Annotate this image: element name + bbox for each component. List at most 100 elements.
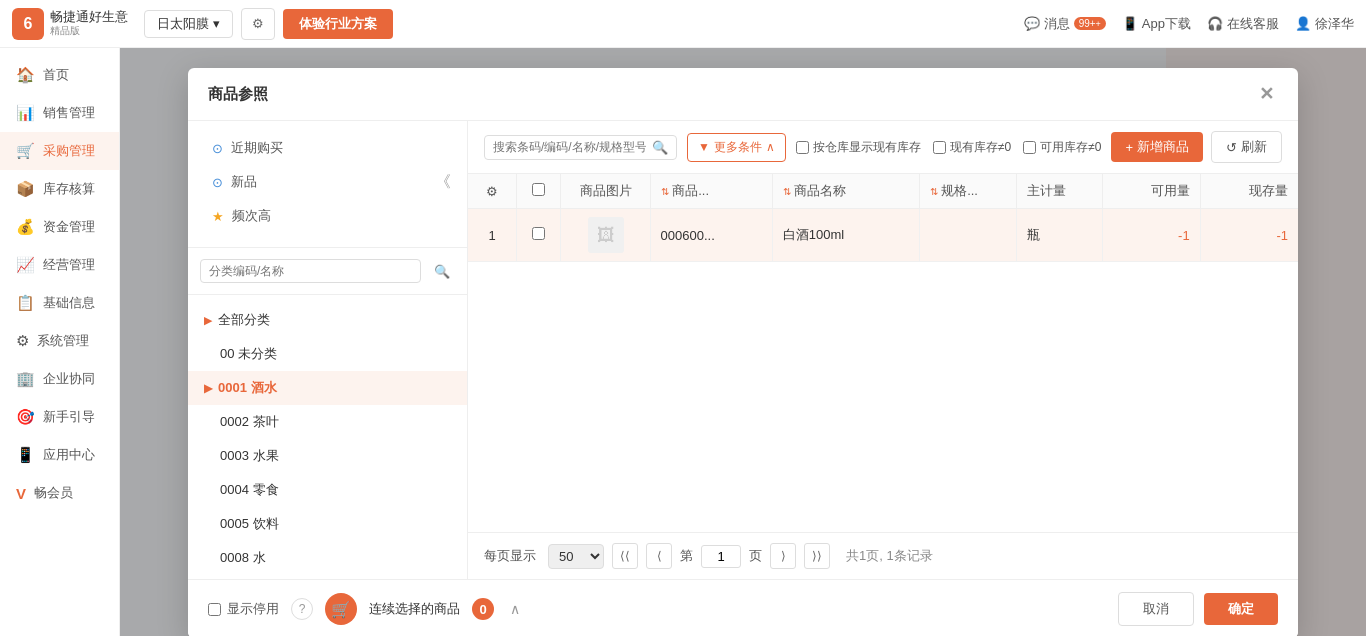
col-header-spec[interactable]: ⇅ 规格...: [919, 174, 1017, 209]
modal-close-button[interactable]: ✕: [1254, 82, 1278, 106]
show-disabled-label: 显示停用: [227, 600, 279, 618]
table-header: ⚙ 商品图片: [468, 174, 1298, 209]
cell-checkbox[interactable]: [517, 209, 561, 262]
per-page-select[interactable]: 10 20 50 100: [548, 544, 604, 569]
app-download-item[interactable]: 📱 App下载: [1122, 15, 1191, 33]
cell-stock: -1: [1200, 209, 1298, 262]
finance-icon: 💰: [16, 218, 35, 236]
category-label-0001: 0001 酒水: [218, 379, 277, 397]
cell-name: 白酒100ml: [772, 209, 919, 262]
quick-links: ⊙ 近期购买 ⊙ 新品 ★ 频次高: [200, 133, 431, 231]
refresh-button[interactable]: ↺ 刷新: [1211, 131, 1282, 163]
category-0005[interactable]: 0005 饮料: [188, 507, 467, 541]
checkbox-nonzero-avail[interactable]: 可用库存≠0: [1023, 139, 1101, 156]
cell-spec: [919, 209, 1017, 262]
trial-btn[interactable]: 体验行业方案: [283, 9, 393, 39]
category-search-input[interactable]: [200, 259, 421, 283]
select-all-checkbox[interactable]: [532, 183, 545, 196]
continuous-select-label: 连续选择的商品: [369, 600, 460, 618]
nav-selector[interactable]: 日太阳膜 ▾: [144, 10, 233, 38]
cancel-button[interactable]: 取消: [1118, 592, 1194, 626]
footer-collapse-button[interactable]: ∧: [510, 601, 520, 617]
show-disabled-checkbox[interactable]: 显示停用: [208, 600, 279, 618]
sidebar-item-newbie[interactable]: 🎯 新手引导: [0, 398, 119, 436]
category-00[interactable]: 00 未分类: [188, 337, 467, 371]
system-icon: ⚙: [16, 332, 29, 350]
category-0002[interactable]: 0002 茶叶: [188, 405, 467, 439]
page-unit: 页: [749, 547, 762, 565]
category-search-area: 🔍: [188, 248, 467, 295]
sidebar-item-system[interactable]: ⚙ 系统管理: [0, 322, 119, 360]
layout: 🏠 首页 📊 销售管理 🛒 采购管理 📦 库存核算 💰 资金管理 📈 经营管理 …: [0, 48, 1366, 636]
corp-icon: 🏢: [16, 370, 35, 388]
panel-collapse-button[interactable]: 《: [431, 170, 455, 194]
frequent-icon: ★: [212, 209, 224, 224]
product-search-input[interactable]: [493, 140, 646, 154]
checkbox-warehouse-stock[interactable]: 按仓库显示现有库存: [796, 139, 921, 156]
sidebar-item-member[interactable]: V 畅会员: [0, 474, 119, 512]
newbie-icon: 🎯: [16, 408, 35, 426]
message-label: 消息: [1044, 15, 1070, 33]
sidebar-item-business[interactable]: 📈 经营管理: [0, 246, 119, 284]
quick-link-new[interactable]: ⊙ 新品: [200, 167, 431, 197]
img-placeholder-icon: 🖼: [597, 225, 615, 246]
category-0008[interactable]: 0008 水: [188, 541, 467, 575]
confirm-button[interactable]: 确定: [1204, 593, 1278, 625]
col-header-code[interactable]: ⇅ 商品...: [650, 174, 772, 209]
category-search-button[interactable]: 🔍: [429, 258, 455, 284]
online-service-label: 在线客服: [1227, 15, 1279, 33]
more-filter-button[interactable]: ▼ 更多条件 ∧: [687, 133, 786, 162]
logo-area: 6 畅捷通好生意 精品版: [12, 8, 128, 40]
help-button[interactable]: ?: [291, 598, 313, 620]
checkbox-nonzero-stock-input[interactable]: [933, 141, 946, 154]
col-header-name[interactable]: ⇅ 商品名称: [772, 174, 919, 209]
checkbox-nonzero-stock[interactable]: 现有库存≠0: [933, 139, 1011, 156]
category-0001[interactable]: ▶ 0001 酒水: [188, 371, 467, 405]
quick-link-frequent[interactable]: ★ 频次高: [200, 201, 431, 231]
product-search-icon[interactable]: 🔍: [652, 140, 668, 155]
row-checkbox[interactable]: [532, 227, 545, 240]
checkbox-warehouse-stock-input[interactable]: [796, 141, 809, 154]
page-last-button[interactable]: ⟩⟩: [804, 543, 830, 569]
checkbox-warehouse-stock-label: 按仓库显示现有库存: [813, 139, 921, 156]
col-name-label: 商品名称: [794, 183, 846, 198]
show-disabled-input[interactable]: [208, 603, 221, 616]
sidebar-item-inventory[interactable]: 📦 库存核算: [0, 170, 119, 208]
sidebar-item-sales[interactable]: 📊 销售管理: [0, 94, 119, 132]
add-product-button[interactable]: + 新增商品: [1111, 132, 1203, 162]
category-0004[interactable]: 0004 零食: [188, 473, 467, 507]
sidebar-label-business: 经营管理: [43, 256, 95, 274]
top-nav: 6 畅捷通好生意 精品版 日太阳膜 ▾ ⚙ 体验行业方案 💬 消息 99++ 📱…: [0, 0, 1366, 48]
col-header-settings[interactable]: ⚙: [468, 174, 517, 209]
col-header-checkbox[interactable]: [517, 174, 561, 209]
page-next-button[interactable]: ⟩: [770, 543, 796, 569]
page-number-input[interactable]: [701, 545, 741, 568]
page-total-info: 共1页, 1条记录: [846, 547, 933, 565]
product-thumbnail: 🖼: [588, 217, 624, 253]
table-row[interactable]: 1 🖼: [468, 209, 1298, 262]
sidebar-item-home[interactable]: 🏠 首页: [0, 56, 119, 94]
page-first-button[interactable]: ⟨⟨: [612, 543, 638, 569]
modal-body: ⊙ 近期购买 ⊙ 新品 ★ 频次高: [188, 121, 1298, 579]
sidebar-item-corp[interactable]: 🏢 企业协同: [0, 360, 119, 398]
online-service-item[interactable]: 🎧 在线客服: [1207, 15, 1279, 33]
question-mark-icon: ?: [299, 602, 306, 616]
sidebar-item-purchase[interactable]: 🛒 采购管理: [0, 132, 119, 170]
user-item[interactable]: 👤 徐泽华: [1295, 15, 1354, 33]
message-item[interactable]: 💬 消息 99++: [1024, 15, 1106, 33]
sidebar-item-finance[interactable]: 💰 资金管理: [0, 208, 119, 246]
gear-button[interactable]: ⚙: [241, 8, 275, 40]
checkbox-nonzero-avail-input[interactable]: [1023, 141, 1036, 154]
category-0003[interactable]: 0003 水果: [188, 439, 467, 473]
sidebar-item-appcenter[interactable]: 📱 应用中心: [0, 436, 119, 474]
category-all[interactable]: ▶ 全部分类: [188, 303, 467, 337]
sidebar-label-finance: 资金管理: [43, 218, 95, 236]
page-prev-button[interactable]: ⟨: [646, 543, 672, 569]
business-icon: 📈: [16, 256, 35, 274]
cart-button[interactable]: 🛒: [325, 593, 357, 625]
filter-label: 更多条件: [714, 139, 762, 156]
quick-link-recent[interactable]: ⊙ 近期购买: [200, 133, 431, 163]
headset-icon: 🎧: [1207, 16, 1223, 31]
category-label-0005: 0005 饮料: [220, 515, 279, 533]
sidebar-item-base[interactable]: 📋 基础信息: [0, 284, 119, 322]
